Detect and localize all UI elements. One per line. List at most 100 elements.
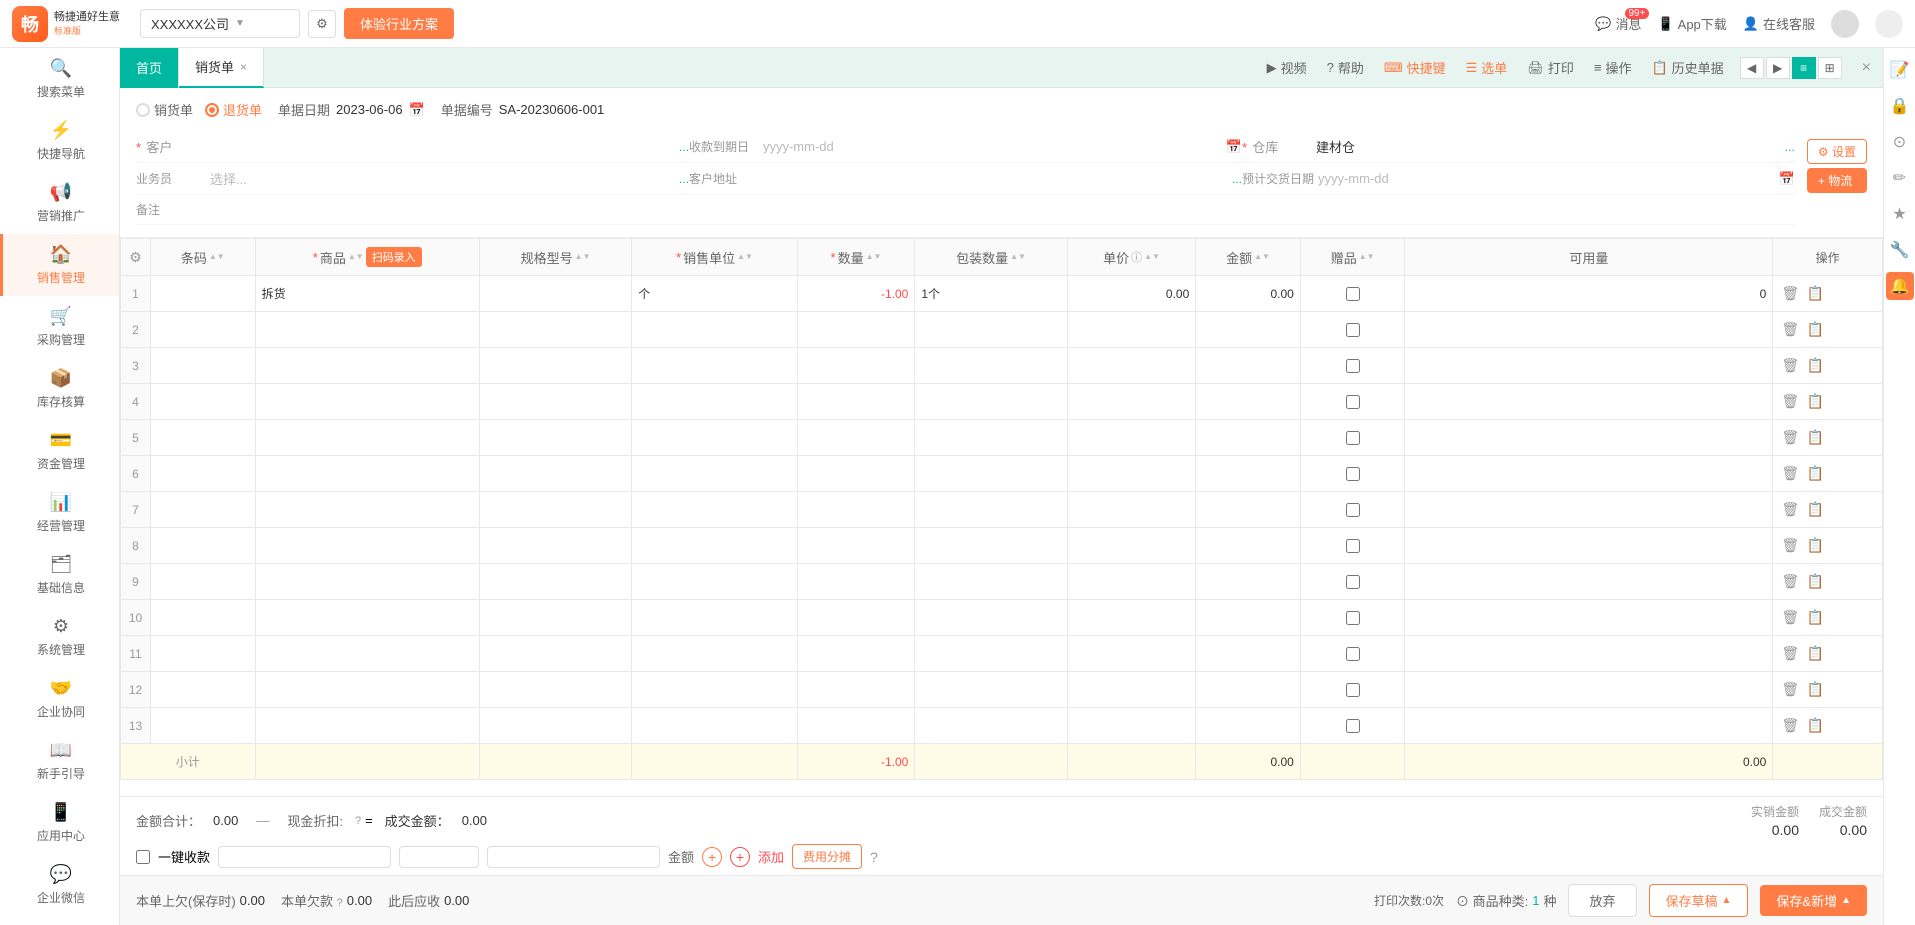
copy-row-btn-2[interactable]: 📋 <box>1804 321 1825 338</box>
shortcut-btn[interactable]: ⌨ 快捷键 <box>1376 55 1454 80</box>
prev-record-btn[interactable]: ◀ <box>1740 57 1764 79</box>
customer-ellipsis-btn[interactable]: ... <box>679 140 689 154</box>
copy-row-btn-10[interactable]: 📋 <box>1804 609 1825 626</box>
cell-amount-13[interactable] <box>1196 708 1301 744</box>
expected-date-value[interactable]: yyyy-mm-dd <box>1314 171 1779 186</box>
cell-available-10[interactable] <box>1405 600 1773 636</box>
cell-unit-10[interactable] <box>632 600 797 636</box>
sidebar-item-sales[interactable]: 🏠 销售管理 <box>0 234 119 296</box>
copy-row-btn-4[interactable]: 📋 <box>1804 393 1825 410</box>
gift-checkbox-7[interactable] <box>1346 503 1360 517</box>
cell-product-6[interactable] <box>255 456 479 492</box>
cell-product-9[interactable] <box>255 564 479 600</box>
cell-spec-8[interactable] <box>479 528 631 564</box>
scan-button[interactable]: 扫码录入 <box>366 247 422 267</box>
cell-amount-4[interactable] <box>1196 384 1301 420</box>
cell-amount-12[interactable] <box>1196 672 1301 708</box>
cell-unit-5[interactable] <box>632 420 797 456</box>
delete-row-btn-4[interactable]: 🗑 <box>1779 393 1801 410</box>
return-order-radio[interactable]: 退货单 <box>205 100 262 119</box>
salesperson-value[interactable]: 选择... <box>206 169 679 188</box>
delete-row-btn-10[interactable]: 🗑 <box>1779 609 1801 626</box>
cell-barcode-3[interactable] <box>151 348 256 384</box>
cell-gift-12[interactable] <box>1300 672 1405 708</box>
cell-pkg-qty-7[interactable] <box>915 492 1067 528</box>
cell-unit-price-12[interactable] <box>1067 672 1196 708</box>
cell-pkg-qty-5[interactable] <box>915 420 1067 456</box>
cell-ops-4[interactable]: 🗑 📋 <box>1773 384 1883 420</box>
cell-ops-9[interactable]: 🗑 📋 <box>1773 564 1883 600</box>
cell-ops-13[interactable]: 🗑 📋 <box>1773 708 1883 744</box>
cell-gift-7[interactable] <box>1300 492 1405 528</box>
window-close-btn[interactable]: × <box>1850 59 1883 77</box>
history-btn[interactable]: 📋 历史单据 <box>1643 55 1731 80</box>
cell-available-6[interactable] <box>1405 456 1773 492</box>
cell-gift-9[interactable] <box>1300 564 1405 600</box>
tab-sales-order[interactable]: 销货单 × <box>179 48 264 88</box>
cell-product-2[interactable] <box>255 312 479 348</box>
cell-available-12[interactable] <box>1405 672 1773 708</box>
cell-amount-11[interactable] <box>1196 636 1301 672</box>
cell-ops-10[interactable]: 🗑 📋 <box>1773 600 1883 636</box>
cell-unit-11[interactable] <box>632 636 797 672</box>
delete-row-btn-12[interactable]: 🗑 <box>1779 681 1801 698</box>
cell-ops-11[interactable]: 🗑 📋 <box>1773 636 1883 672</box>
cell-ops-12[interactable]: 🗑 📋 <box>1773 672 1883 708</box>
cell-amount-8[interactable] <box>1196 528 1301 564</box>
discard-button[interactable]: 放弃 <box>1568 884 1636 917</box>
one-click-pay-checkbox[interactable] <box>136 850 150 864</box>
cell-amount-5[interactable] <box>1196 420 1301 456</box>
expected-date-calendar-icon[interactable]: 📅 <box>1779 171 1795 187</box>
sales-order-radio[interactable]: 销货单 <box>136 100 193 119</box>
cell-amount-10[interactable] <box>1196 600 1301 636</box>
delete-row-btn-8[interactable]: 🗑 <box>1779 537 1801 554</box>
cell-product-12[interactable] <box>255 672 479 708</box>
cell-unit-price-7[interactable] <box>1067 492 1196 528</box>
cell-qty-12[interactable] <box>797 672 915 708</box>
due-date-value[interactable]: yyyy-mm-dd <box>759 139 1226 154</box>
app-download-button[interactable]: 📱 App下载 <box>1657 14 1726 33</box>
date-value[interactable]: 2023-06-06 <box>336 102 403 117</box>
copy-row-btn-13[interactable]: 📋 <box>1804 717 1825 734</box>
gift-checkbox-11[interactable] <box>1346 647 1360 661</box>
th-settings[interactable]: ⚙ <box>121 239 151 276</box>
cell-unit-12[interactable] <box>632 672 797 708</box>
cell-qty-13[interactable] <box>797 708 915 744</box>
sidebar-item-purchase[interactable]: 🛒 采购管理 <box>0 296 119 358</box>
column-settings-icon[interactable]: ⚙ <box>129 249 142 265</box>
cell-available-13[interactable] <box>1405 708 1773 744</box>
logistics-button[interactable]: + 物流 <box>1807 168 1867 193</box>
cell-pkg-qty-6[interactable] <box>915 456 1067 492</box>
expense-split-button[interactable]: 费用分摊 <box>792 844 862 869</box>
cell-product-3[interactable] <box>255 348 479 384</box>
company-selector[interactable]: XXXXXX公司 ▼ <box>140 9 300 38</box>
right-panel-star-btn[interactable]: ★ <box>1886 200 1914 228</box>
gift-checkbox-6[interactable] <box>1346 467 1360 481</box>
copy-row-btn-3[interactable]: 📋 <box>1804 357 1825 374</box>
gift-checkbox-9[interactable] <box>1346 575 1360 589</box>
delete-row-btn-5[interactable]: 🗑 <box>1779 429 1801 446</box>
copy-row-btn-12[interactable]: 📋 <box>1804 681 1825 698</box>
cell-gift-6[interactable] <box>1300 456 1405 492</box>
select-btn[interactable]: ☰ 选单 <box>1458 55 1516 80</box>
cell-available-1[interactable]: 0 <box>1405 276 1773 312</box>
gift-checkbox-2[interactable] <box>1346 323 1360 337</box>
cell-unit-2[interactable] <box>632 312 797 348</box>
cell-available-3[interactable] <box>1405 348 1773 384</box>
cell-ops-2[interactable]: 🗑 📋 <box>1773 312 1883 348</box>
gift-checkbox-1[interactable] <box>1346 287 1360 301</box>
cell-barcode-8[interactable] <box>151 528 256 564</box>
cell-pkg-qty-4[interactable] <box>915 384 1067 420</box>
copy-row-btn-6[interactable]: 📋 <box>1804 465 1825 482</box>
cell-barcode-12[interactable] <box>151 672 256 708</box>
cell-pkg-qty-9[interactable] <box>915 564 1067 600</box>
cell-barcode-2[interactable] <box>151 312 256 348</box>
cell-unit-8[interactable] <box>632 528 797 564</box>
cell-pkg-qty-2[interactable] <box>915 312 1067 348</box>
cell-pkg-qty-8[interactable] <box>915 528 1067 564</box>
cell-unit-13[interactable] <box>632 708 797 744</box>
expense-help-icon[interactable]: ? <box>870 849 878 865</box>
calendar-icon[interactable]: 📅 <box>409 102 425 118</box>
cell-product-8[interactable] <box>255 528 479 564</box>
sidebar-item-member[interactable]: 👑 畅会员 <box>0 916 119 925</box>
